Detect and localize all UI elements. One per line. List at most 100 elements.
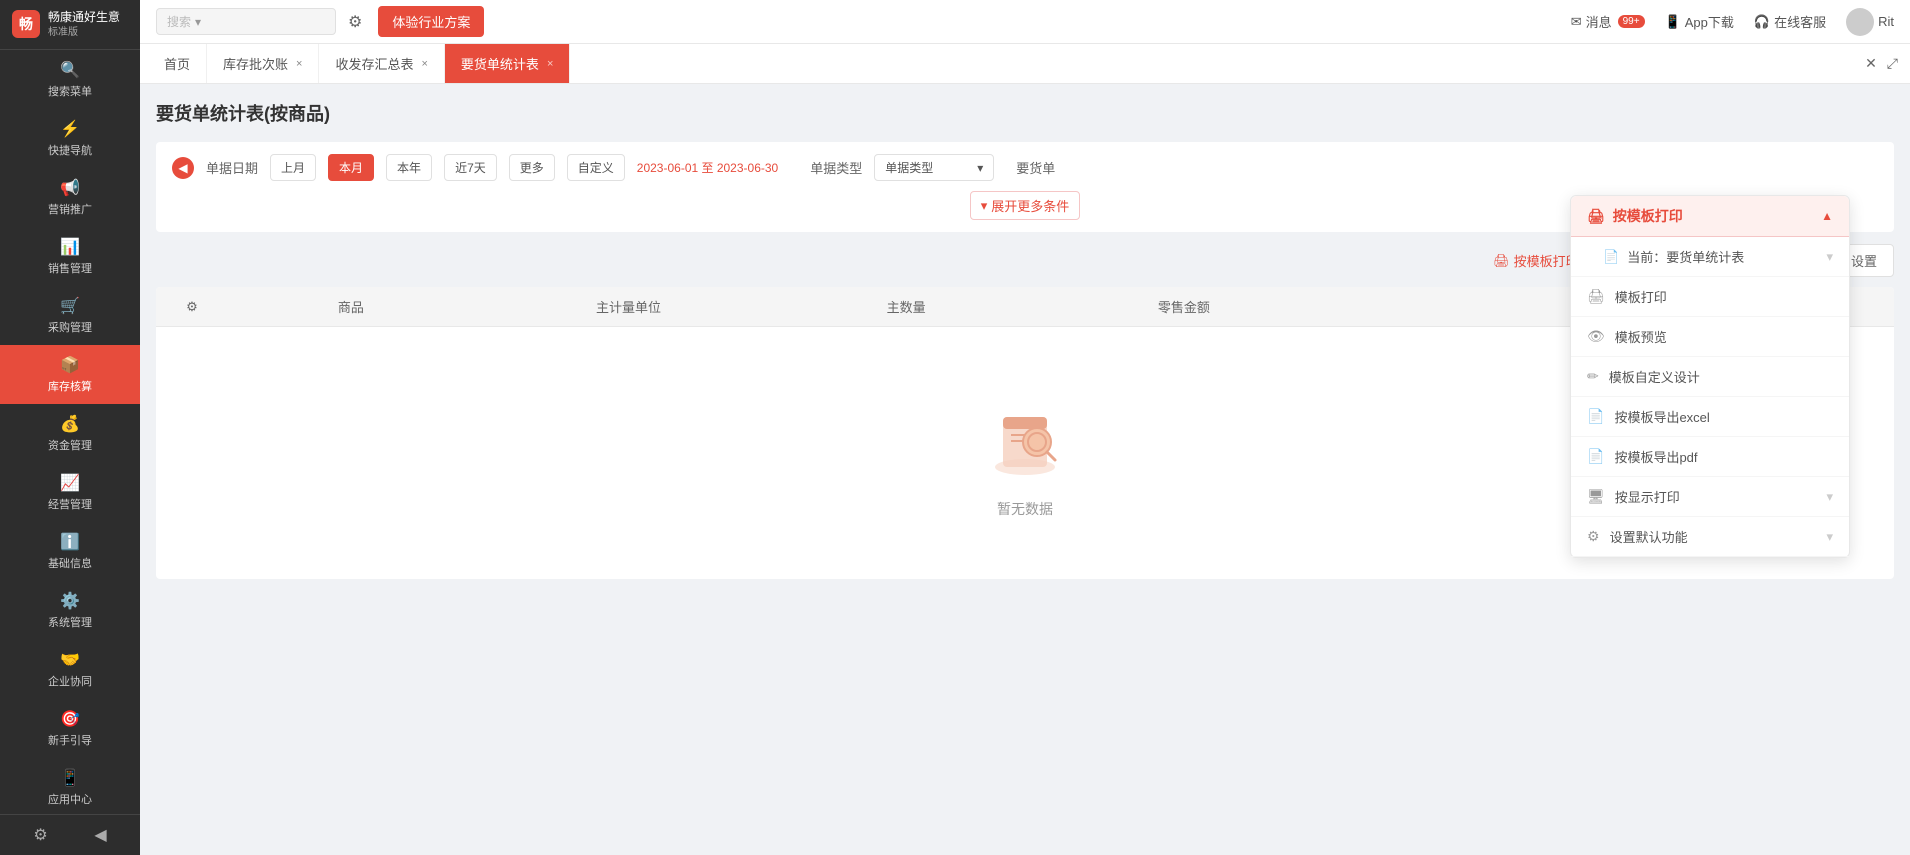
sidebar-item-search[interactable]: 🔍 搜索菜单 xyxy=(0,50,140,109)
window-maximize-icon[interactable]: ⤢ xyxy=(1887,55,1898,72)
message-button[interactable]: ✉ 消息 99+ xyxy=(1571,12,1645,31)
sidebar-item-purchase[interactable]: 🛒 采购管理 xyxy=(0,286,140,345)
export-pdf-icon: 📄 xyxy=(1587,448,1604,465)
current-label: 当前：要货单统计表 xyxy=(1627,247,1744,266)
sidebar-item-operations[interactable]: 📈 经营管理 xyxy=(0,463,140,522)
sales-icon: 📊 xyxy=(60,237,80,257)
sidebar-item-finance[interactable]: 💰 资金管理 xyxy=(0,404,140,463)
tab-collection-summary-label: 收发存汇总表 xyxy=(335,54,413,73)
trial-button[interactable]: 体验行业方案 xyxy=(378,6,484,37)
footer-settings-icon[interactable]: ⚙ xyxy=(33,825,47,845)
dropdown-item-display-print[interactable]: 🖥 按显示打印 ▾ xyxy=(1571,477,1849,517)
date-btn-this-month[interactable]: 本月 xyxy=(328,154,374,181)
set-default-label: 设置默认功能 xyxy=(1610,527,1817,546)
sidebar-item-label: 新手引导 xyxy=(48,732,92,748)
topbar-search-text: 搜索 xyxy=(167,13,191,30)
sidebar-item-guide[interactable]: 🎯 新手引导 xyxy=(0,699,140,758)
sidebar-item-label: 营销推广 xyxy=(48,201,92,217)
dropdown-item-template-print[interactable]: 🖨 模板打印 xyxy=(1571,277,1849,317)
tab-home[interactable]: 首页 xyxy=(148,44,207,83)
print-label: 按模板打印 xyxy=(1514,251,1579,270)
sidebar: 畅 畅康通好生意 标准版 🔍 搜索菜单 ⚡ 快捷导航 📢 营销推广 📊 销售管理… xyxy=(0,0,140,855)
window-close-icon[interactable]: ✕ xyxy=(1865,55,1877,72)
export-pdf-label: 按模板导出pdf xyxy=(1614,447,1833,466)
avatar-image xyxy=(1846,8,1874,36)
online-service-icon: 🎧 xyxy=(1754,14,1770,30)
sidebar-item-marketing[interactable]: 📢 营销推广 xyxy=(0,168,140,227)
sidebar-item-apps[interactable]: 📱 应用中心 xyxy=(0,758,140,814)
inventory-icon: 📦 xyxy=(60,355,80,375)
tab-spacer xyxy=(570,44,1853,83)
sidebar-item-label: 库存核算 xyxy=(48,378,92,394)
dropdown-item-export-pdf[interactable]: 📄 按模板导出pdf xyxy=(1571,437,1849,477)
print-dropdown: 🖨 按模板打印 ▲ 📄 当前：要货单统计表 ▾ 🖨 模板打印 👁 模板预览 ✏ … xyxy=(1570,195,1850,558)
topbar-search-box[interactable]: 搜索 ▾ xyxy=(156,8,336,35)
dropdown-item-template-preview[interactable]: 👁 模板预览 xyxy=(1571,317,1849,357)
purchase-icon: 🛒 xyxy=(60,296,80,316)
tab-collection-summary[interactable]: 收发存汇总表 × xyxy=(319,44,444,83)
tab-order-stats[interactable]: 要货单统计表 × xyxy=(445,44,570,83)
user-avatar[interactable]: Rit xyxy=(1846,8,1894,36)
marketing-icon: 📢 xyxy=(60,178,80,198)
col-unit: 主计量单位 xyxy=(490,297,768,316)
empty-text: 暂无数据 xyxy=(997,499,1053,519)
topbar-gear-icon[interactable]: ⚙ xyxy=(348,12,362,32)
collapse-button[interactable]: ◀ xyxy=(172,157,194,179)
tab-inventory-batch[interactable]: 库存批次账 × xyxy=(207,44,319,83)
sidebar-item-inventory[interactable]: 📦 库存核算 xyxy=(0,345,140,404)
dropdown-item-set-default[interactable]: ⚙ 设置默认功能 ▾ xyxy=(1571,517,1849,557)
app-name: 畅康通好生意 xyxy=(48,10,120,26)
logo-icon: 畅 xyxy=(12,10,40,38)
topbar: 搜索 ▾ ⚙ 体验行业方案 ✉ 消息 99+ 📱 App下载 🎧 在线客服 Ri… xyxy=(140,0,1910,44)
expand-label: 展开更多条件 xyxy=(991,196,1069,215)
finance-icon: 💰 xyxy=(60,414,80,434)
sidebar-item-label: 基础信息 xyxy=(48,555,92,571)
current-icon: 📄 xyxy=(1603,249,1619,265)
sidebar-item-basic-info[interactable]: ℹ️ 基础信息 xyxy=(0,522,140,581)
dropdown-header[interactable]: 🖨 按模板打印 ▲ xyxy=(1571,196,1849,237)
date-btn-more[interactable]: 更多 xyxy=(509,154,555,181)
sidebar-item-sales[interactable]: 📊 销售管理 xyxy=(0,227,140,286)
message-icon: ✉ xyxy=(1571,14,1582,30)
tab-collection-summary-close[interactable]: × xyxy=(421,58,427,70)
tab-order-stats-label: 要货单统计表 xyxy=(461,54,539,73)
tab-inventory-batch-close[interactable]: × xyxy=(296,58,302,70)
date-btn-7days[interactable]: 近7天 xyxy=(444,154,497,181)
export-excel-icon: 📄 xyxy=(1587,408,1604,425)
template-print-label: 模板打印 xyxy=(1615,287,1833,306)
sidebar-item-quick-nav[interactable]: ⚡ 快捷导航 xyxy=(0,109,140,168)
message-label: 消息 xyxy=(1586,12,1612,31)
date-btn-last-month[interactable]: 上月 xyxy=(270,154,316,181)
dropdown-item-export-excel[interactable]: 📄 按模板导出excel xyxy=(1571,397,1849,437)
dropdown-chevron-icon[interactable]: ▲ xyxy=(1821,209,1833,223)
tab-order-stats-close[interactable]: × xyxy=(547,58,553,70)
doc-type-value: 单据类型 xyxy=(885,159,933,176)
system-icon: ⚙️ xyxy=(60,591,80,611)
col-settings[interactable]: ⚙ xyxy=(172,299,212,315)
cooperation-icon: 🤝 xyxy=(60,650,80,670)
search-icon: 🔍 xyxy=(60,60,80,80)
current-arrow: ▾ xyxy=(1826,249,1833,265)
footer-collapse-icon[interactable]: ◀ xyxy=(94,825,106,845)
page-title: 要货单统计表(按商品) xyxy=(156,100,1894,126)
date-btn-this-year[interactable]: 本年 xyxy=(386,154,432,181)
guide-icon: 🎯 xyxy=(60,709,80,729)
display-print-label: 按显示打印 xyxy=(1615,487,1817,506)
doc-type-label: 单据类型 xyxy=(810,158,862,177)
app-version: 标准版 xyxy=(48,26,120,39)
filter-row-date: ◀ 单据日期 上月 本月 本年 近7天 更多 自定义 2023-06-01 至 … xyxy=(172,154,1878,181)
date-btn-custom[interactable]: 自定义 xyxy=(567,154,625,181)
app-download-button[interactable]: 📱 App下载 xyxy=(1665,12,1734,31)
display-print-icon: 🖥 xyxy=(1587,488,1605,505)
sidebar-item-system[interactable]: ⚙️ 系统管理 xyxy=(0,581,140,640)
user-name: Rit xyxy=(1878,14,1894,29)
col-product: 商品 xyxy=(212,297,490,316)
sidebar-item-label: 经营管理 xyxy=(48,496,92,512)
expand-button[interactable]: ▾ 展开更多条件 xyxy=(970,191,1081,220)
dropdown-current-template[interactable]: 📄 当前：要货单统计表 ▾ xyxy=(1571,237,1849,277)
doc-type-select[interactable]: 单据类型 ▾ xyxy=(874,154,994,181)
sidebar-item-cooperation[interactable]: 🤝 企业协同 xyxy=(0,640,140,699)
online-service-button[interactable]: 🎧 在线客服 xyxy=(1754,12,1826,31)
sidebar-item-label: 快捷导航 xyxy=(48,142,92,158)
dropdown-item-template-custom[interactable]: ✏ 模板自定义设计 xyxy=(1571,357,1849,397)
